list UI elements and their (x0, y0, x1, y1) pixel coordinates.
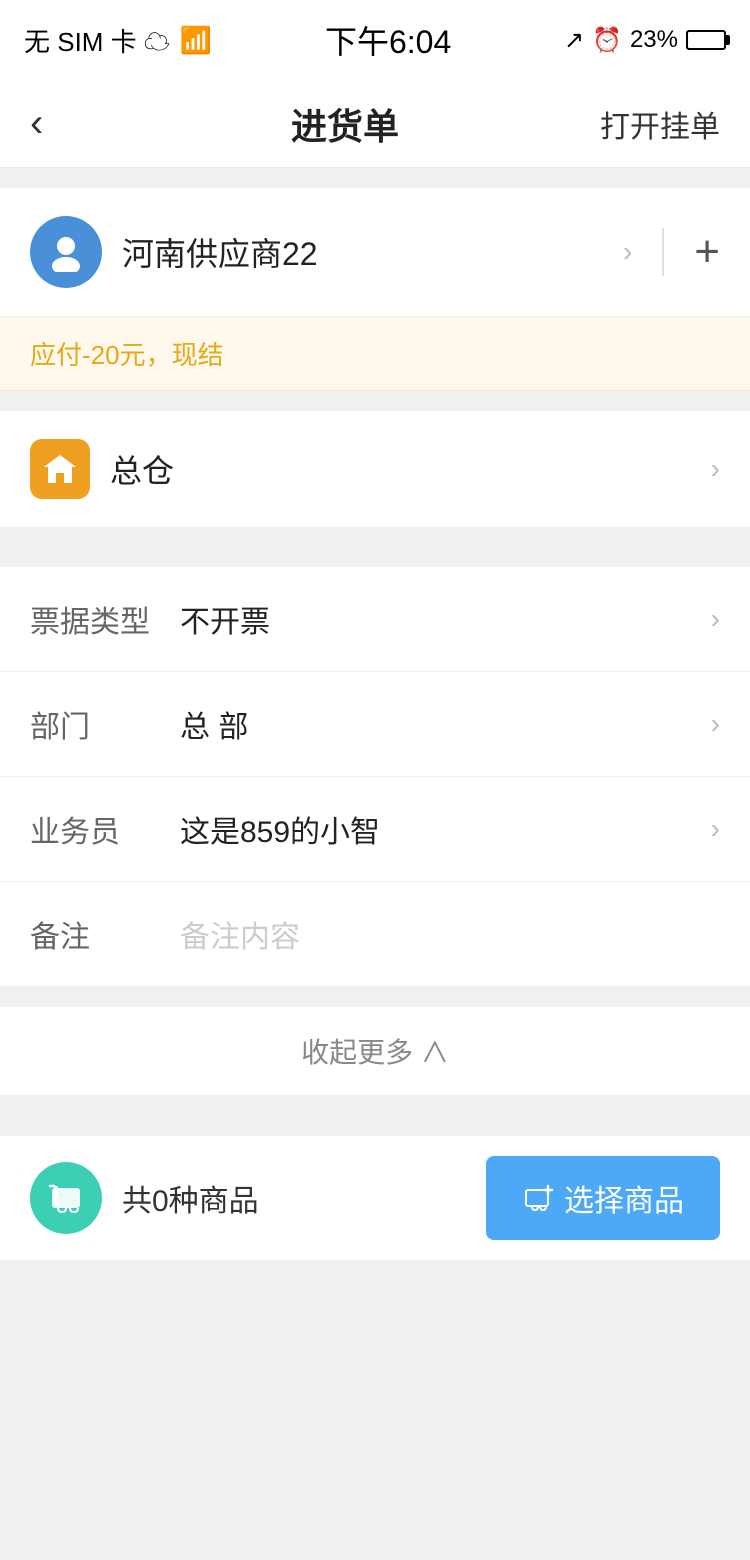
remark-input[interactable]: 备注内容 (160, 912, 720, 956)
warehouse-section: 总仓 › (0, 411, 750, 527)
warehouse-icon (30, 439, 90, 499)
invoice-value: 不开票 (160, 597, 711, 641)
select-product-button[interactable]: 选择商品 (486, 1156, 720, 1240)
status-left: 无 SIM 卡 ☁ 📶 (24, 22, 212, 59)
salesman-value: 这是859的小智 (160, 807, 711, 851)
notice-bar: 应付-20元，现结 (0, 317, 750, 391)
supplier-row[interactable]: 河南供应商22 › + (0, 188, 750, 317)
supplier-avatar (30, 216, 102, 288)
warehouse-chevron-icon: › (711, 453, 720, 485)
select-product-label: 选择商品 (564, 1176, 684, 1220)
house-icon (42, 451, 78, 487)
supplier-name: 河南供应商22 (122, 229, 623, 275)
bottom-bar: 共0种商品 选择商品 (0, 1135, 750, 1260)
open-pending-button[interactable]: 打开挂单 (600, 102, 720, 146)
sim-label: 无 SIM 卡 ☁ (24, 22, 170, 59)
battery-label: 23% (630, 26, 678, 54)
add-supplier-button[interactable]: + (694, 227, 720, 277)
nav-bar: ‹ 进货单 打开挂单 (0, 80, 750, 168)
status-bar: 无 SIM 卡 ☁ 📶 下午6:04 ↗ ⏰ 23% (0, 0, 750, 80)
person-icon (46, 232, 86, 272)
supplier-chevron-icon: › (623, 236, 632, 268)
product-icon (30, 1162, 102, 1234)
status-right: ↗ ⏰ 23% (564, 26, 726, 55)
department-label: 部门 (30, 702, 160, 746)
section-gap-3 (0, 527, 750, 547)
supplier-section: 河南供应商22 › + 应付-20元，现结 (0, 188, 750, 391)
add-cart-icon (522, 1182, 554, 1214)
department-value: 总 部 (160, 702, 711, 746)
product-count-label: 共0种商品 (122, 1176, 486, 1220)
salesman-label: 业务员 (30, 807, 160, 851)
collapse-button[interactable]: 收起更多 ∧ (0, 1006, 750, 1095)
form-section: 票据类型 不开票 › 部门 总 部 › 业务员 这是859的小智 › 备注 备注… (0, 567, 750, 986)
salesman-chevron-icon: › (711, 813, 720, 845)
page-title: 进货单 (291, 98, 399, 150)
status-time: 下午6:04 (325, 17, 451, 63)
section-gap-2 (0, 391, 750, 411)
invoice-chevron-icon: › (711, 603, 720, 635)
department-chevron-icon: › (711, 708, 720, 740)
department-row[interactable]: 部门 总 部 › (0, 672, 750, 777)
invoice-row[interactable]: 票据类型 不开票 › (0, 567, 750, 672)
warehouse-row[interactable]: 总仓 › (0, 411, 750, 527)
remark-row[interactable]: 备注 备注内容 (0, 882, 750, 986)
invoice-label: 票据类型 (30, 597, 160, 641)
alarm-icon: ⏰ (592, 26, 622, 55)
battery-icon (686, 30, 726, 50)
page-rest (0, 1260, 750, 1560)
cart-icon (46, 1178, 86, 1218)
section-gap-4 (0, 1095, 750, 1115)
vertical-divider (662, 228, 664, 276)
salesman-row[interactable]: 业务员 这是859的小智 › (0, 777, 750, 882)
warehouse-name: 总仓 (110, 446, 711, 492)
location-icon: ↗ (564, 26, 584, 55)
section-gap-1 (0, 168, 750, 188)
remark-label: 备注 (30, 912, 160, 956)
back-button[interactable]: ‹ (30, 101, 90, 146)
wifi-icon: 📶 (180, 25, 212, 56)
